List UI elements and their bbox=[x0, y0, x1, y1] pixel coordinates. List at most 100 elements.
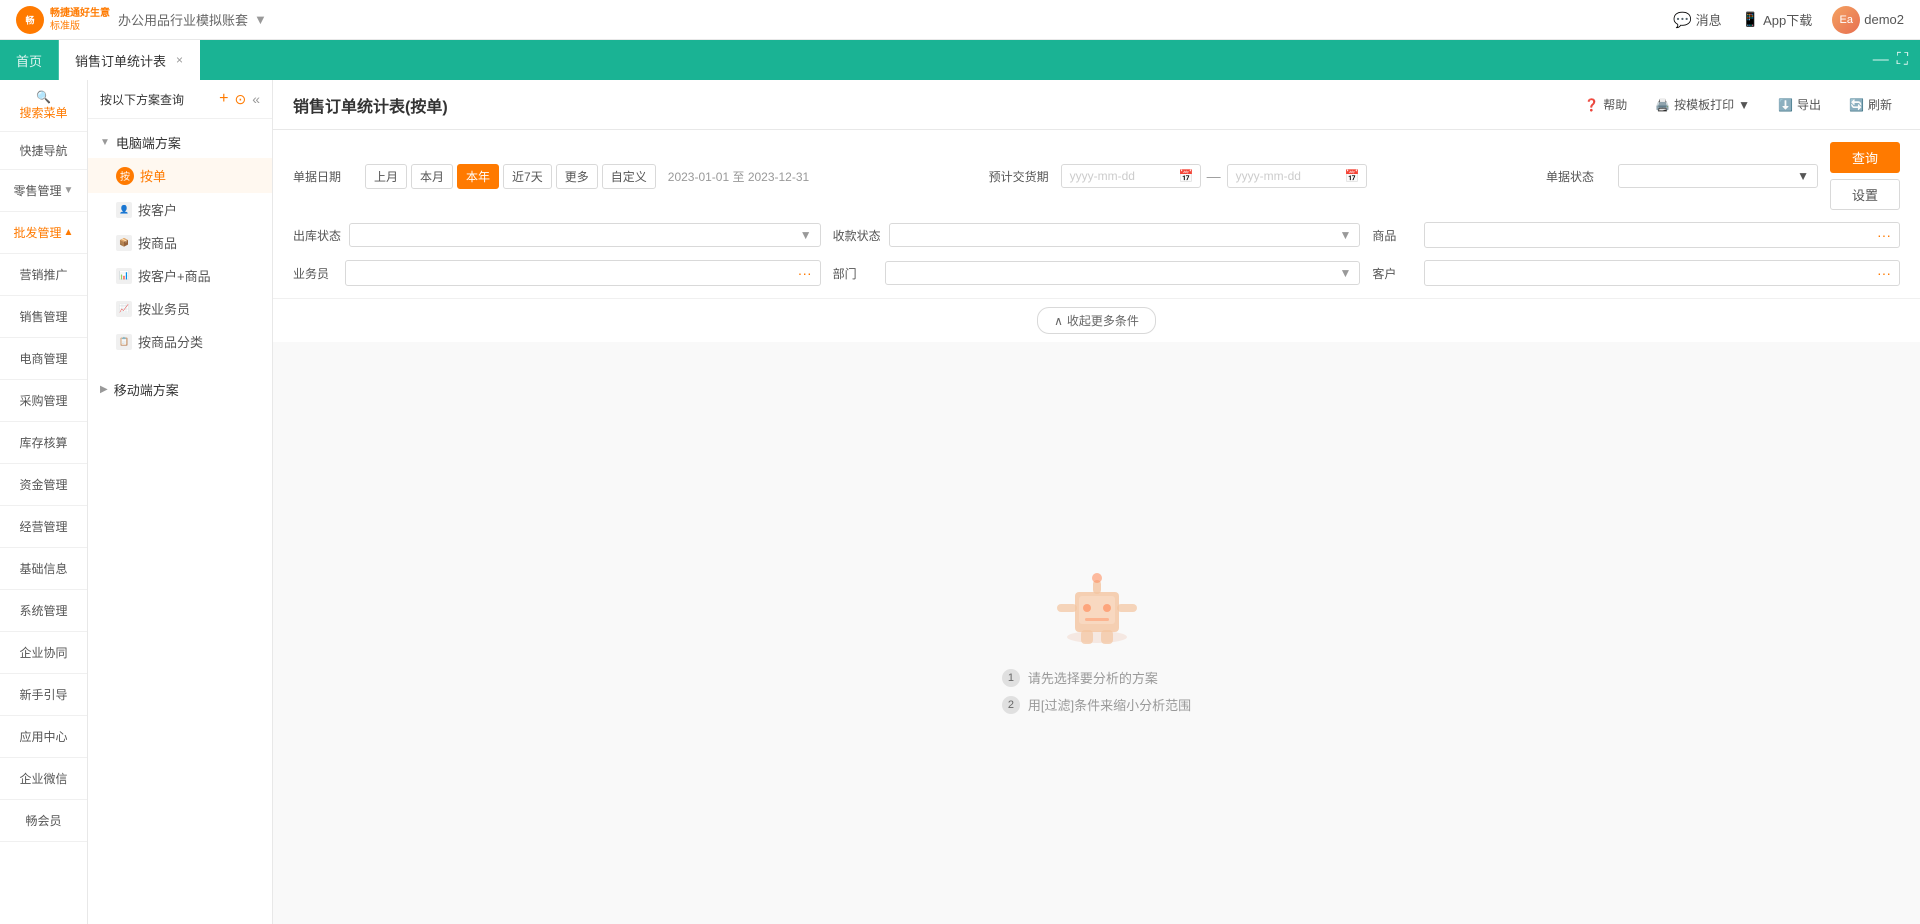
left-sidebar: 🔍 搜索菜单 快捷导航 零售管理 ▼ 批发管理 ▲ 营销推广 销售管理 电商管理… bbox=[0, 80, 88, 924]
calendar-icon: 📅 bbox=[1179, 169, 1194, 183]
help-btn[interactable]: ❓ 帮助 bbox=[1576, 92, 1635, 117]
date-separator-icon: — bbox=[1207, 168, 1221, 184]
empty-illustration bbox=[1047, 552, 1147, 652]
sidebar-item-member[interactable]: 畅会员 bbox=[0, 800, 87, 842]
receipt-status-label: 收款状态 bbox=[833, 227, 881, 244]
scheme-group-pc: ▼ 电脑端方案 按 按单 👤 按客户 📦 按商品 bbox=[88, 119, 272, 366]
date-filter-label: 单据日期 bbox=[293, 168, 353, 185]
minimize-icon[interactable]: — bbox=[1873, 51, 1889, 69]
scheme-item-by-customer-goods[interactable]: 📊 按客户+商品 bbox=[88, 259, 272, 292]
add-scheme-btn[interactable]: + bbox=[219, 90, 228, 108]
sidebar-item-operation[interactable]: 经营管理 bbox=[0, 506, 87, 548]
sidebar-item-sales[interactable]: 销售管理 bbox=[0, 296, 87, 338]
print-icon: 🖨️ bbox=[1655, 98, 1670, 112]
sidebar-item-newbie[interactable]: 新手引导 bbox=[0, 674, 87, 716]
goods-input[interactable]: ··· bbox=[1424, 222, 1900, 248]
sidebar-item-enterprise[interactable]: 企业协同 bbox=[0, 632, 87, 674]
page-container: 按以下方案查询 + ⊙ « ▼ 电脑端方案 按 按单 bbox=[88, 80, 1920, 924]
app-download-btn[interactable]: 📱 App下载 bbox=[1742, 10, 1813, 29]
expected-date-start[interactable]: yyyy-mm-dd 📅 bbox=[1061, 164, 1201, 188]
expected-date-end[interactable]: yyyy-mm-dd 📅 bbox=[1227, 164, 1367, 188]
filter-row-1: 单据日期 上月 本月 本年 近7天 更多 自定义 2023-01-01 至 20… bbox=[293, 142, 1900, 210]
chevron-down-icon: ▼ bbox=[100, 137, 110, 148]
message-btn[interactable]: 💬 消息 bbox=[1673, 10, 1722, 29]
scheme-item-by-goods[interactable]: 📦 按商品 bbox=[88, 226, 272, 259]
refresh-btn[interactable]: 🔄 刷新 bbox=[1841, 92, 1900, 117]
scheme-icon-staff: 📈 bbox=[116, 301, 132, 317]
collapse-scheme-btn[interactable]: « bbox=[252, 91, 260, 107]
collapse-bar: ∧ 收起更多条件 bbox=[273, 298, 1920, 342]
scheme-group-mobile-header[interactable]: ▶ 移动端方案 bbox=[88, 374, 272, 405]
sidebar-item-ecommerce[interactable]: 电商管理 bbox=[0, 338, 87, 380]
date-range-display: 2023-01-01 至 2023-12-31 bbox=[668, 168, 809, 185]
dept-select[interactable]: ▼ bbox=[885, 261, 1361, 285]
btn-this-year[interactable]: 本年 bbox=[457, 164, 499, 189]
sidebar-item-finance[interactable]: 资金管理 bbox=[0, 464, 87, 506]
sidebar-item-purchase[interactable]: 采购管理 bbox=[0, 380, 87, 422]
tab-close-icon[interactable]: × bbox=[176, 53, 183, 67]
scheme-item-by-bill[interactable]: 按 按单 bbox=[88, 158, 272, 193]
main-layout: 🔍 搜索菜单 快捷导航 零售管理 ▼ 批发管理 ▲ 营销推广 销售管理 电商管理… bbox=[0, 80, 1920, 924]
user-area[interactable]: Ea demo2 bbox=[1832, 6, 1904, 34]
sidebar-item-inventory[interactable]: 库存核算 bbox=[0, 422, 87, 464]
refresh-icon: 🔄 bbox=[1849, 98, 1864, 112]
filter-row-3: 业务员 ··· 部门 ▼ bbox=[293, 260, 1900, 286]
chevron-up-icon: ▲ bbox=[64, 227, 74, 238]
breadcrumb[interactable]: 办公用品行业模拟账套 ▼ bbox=[118, 10, 267, 29]
more-icon: ··· bbox=[1877, 227, 1891, 243]
chevron-right-icon: ▶ bbox=[100, 384, 108, 395]
sidebar-item-basic[interactable]: 基础信息 bbox=[0, 548, 87, 590]
header-left: 畅 畅捷通好生意 标准版 办公用品行业模拟账套 ▼ bbox=[16, 6, 267, 34]
scheme-group-pc-header[interactable]: ▼ 电脑端方案 bbox=[88, 127, 272, 158]
sidebar-shortcut[interactable]: 快捷导航 bbox=[0, 132, 87, 170]
print-btn[interactable]: 🖨️ 按模板打印 ▼ bbox=[1647, 92, 1758, 117]
customer-input[interactable]: ··· bbox=[1424, 260, 1900, 286]
staff-input[interactable]: ··· bbox=[345, 260, 821, 286]
bill-status-label: 单据状态 bbox=[1546, 168, 1606, 185]
export-btn[interactable]: ⬇️ 导出 bbox=[1770, 92, 1829, 117]
btn-last-month[interactable]: 上月 bbox=[365, 164, 407, 189]
tip-num-2: 2 bbox=[1002, 696, 1020, 714]
scheme-item-by-category[interactable]: 📋 按商品分类 bbox=[88, 325, 272, 358]
empty-tip-2: 2 用[过滤]条件来缩小分析范围 bbox=[1002, 695, 1191, 714]
bill-status-select[interactable]: ▼ bbox=[1618, 164, 1818, 188]
maximize-icon[interactable]: ⛶ bbox=[1897, 51, 1908, 69]
tip-num-1: 1 bbox=[1002, 669, 1020, 687]
settings-scheme-btn[interactable]: ⊙ bbox=[234, 91, 246, 108]
settings-btn[interactable]: 设置 bbox=[1830, 179, 1900, 210]
sidebar-item-appstore[interactable]: 应用中心 bbox=[0, 716, 87, 758]
out-status-select[interactable]: ▼ bbox=[349, 223, 821, 247]
page-title-row: 销售订单统计表(按单) ❓ 帮助 🖨️ 按模板打印 ▼ bbox=[293, 92, 1900, 117]
tab-home[interactable]: 首页 bbox=[0, 40, 59, 80]
query-btn[interactable]: 查询 bbox=[1830, 142, 1900, 173]
page-title: 销售订单统计表(按单) bbox=[293, 93, 448, 117]
scheme-group-mobile: ▶ 移动端方案 bbox=[88, 366, 272, 413]
sidebar-item-wechat[interactable]: 企业微信 bbox=[0, 758, 87, 800]
more-icon: ··· bbox=[798, 265, 812, 281]
collapse-more-btn[interactable]: ∧ 收起更多条件 bbox=[1037, 307, 1156, 334]
sidebar-search[interactable]: 🔍 搜索菜单 bbox=[0, 80, 87, 132]
scheme-item-by-customer[interactable]: 👤 按客户 bbox=[88, 193, 272, 226]
empty-tip-1: 1 请先选择要分析的方案 bbox=[1002, 668, 1191, 687]
goods-label: 商品 bbox=[1372, 227, 1416, 244]
goods-col: 商品 ··· bbox=[1372, 222, 1900, 248]
sidebar-item-retail[interactable]: 零售管理 ▼ bbox=[0, 170, 87, 212]
btn-custom[interactable]: 自定义 bbox=[602, 164, 656, 189]
scheme-icon-cust-goods: 📊 bbox=[116, 268, 132, 284]
btn-this-month[interactable]: 本月 bbox=[411, 164, 453, 189]
tab-sales-order-stats[interactable]: 销售订单统计表 × bbox=[59, 40, 200, 80]
scheme-item-by-staff[interactable]: 📈 按业务员 bbox=[88, 292, 272, 325]
filter-area: 单据日期 上月 本月 本年 近7天 更多 自定义 2023-01-01 至 20… bbox=[273, 130, 1920, 298]
sidebar-item-system[interactable]: 系统管理 bbox=[0, 590, 87, 632]
more-icon: ··· bbox=[1877, 265, 1891, 281]
calendar2-icon: 📅 bbox=[1345, 169, 1360, 183]
btn-last-7-days[interactable]: 近7天 bbox=[503, 164, 552, 189]
scheme-panel-actions: + ⊙ « bbox=[219, 90, 260, 108]
receipt-status-select[interactable]: ▼ bbox=[889, 223, 1361, 247]
btn-more[interactable]: 更多 bbox=[556, 164, 598, 189]
sidebar-item-marketing[interactable]: 营销推广 bbox=[0, 254, 87, 296]
expected-date-label: 预计交货期 bbox=[989, 168, 1049, 185]
sidebar-item-wholesale[interactable]: 批发管理 ▲ bbox=[0, 212, 87, 254]
search-icon: 🔍 bbox=[36, 90, 51, 104]
logo-icon: 畅 bbox=[16, 6, 44, 34]
